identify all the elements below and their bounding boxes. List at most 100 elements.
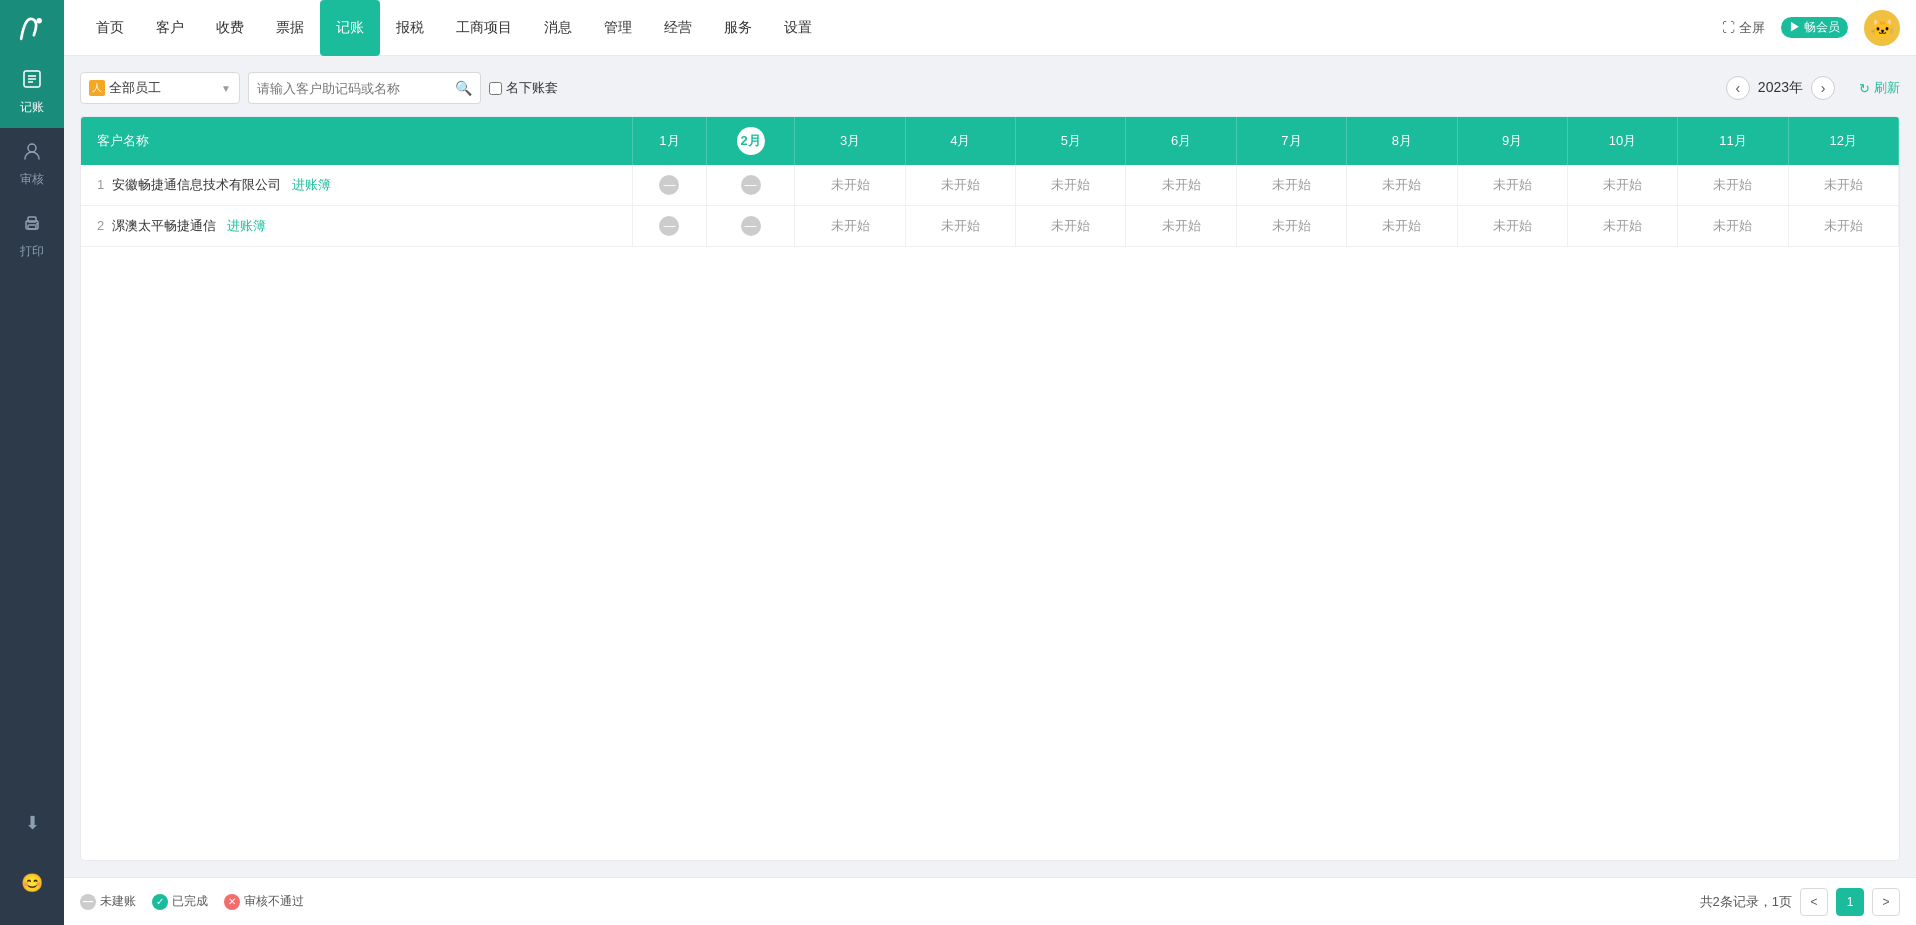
status-not-started: 未开始	[941, 218, 980, 233]
toolbar: 人 全部员工 ▼ 🔍 名下账套 ‹	[80, 72, 1900, 104]
sidebar-item-print[interactable]: 打印	[0, 200, 64, 272]
vip-badge[interactable]: ▶ 畅会员	[1781, 17, 1848, 38]
nav-customers[interactable]: 客户	[140, 0, 200, 56]
table-footer: — 未建账 ✓ 已完成 ✕ 审核不通过 共2条记录，1页 < 1 >	[64, 877, 1916, 925]
status-not-started: 未开始	[1051, 177, 1090, 192]
year-navigation: ‹ 2023年 ›	[1726, 76, 1835, 100]
status-not-started: 未开始	[831, 177, 870, 192]
bookkeeping-table: 客户名称 1月 2月 3月 4月 5月 6月 7月 8月 9月 10月	[81, 117, 1899, 247]
refresh-icon: ↻	[1859, 81, 1870, 96]
status-dash-icon: —	[741, 216, 761, 236]
row-2-month-7: 未开始	[1236, 206, 1346, 247]
bookkeeping-icon	[21, 68, 43, 95]
col-header-sep: 9月	[1457, 117, 1567, 165]
legend-label-rejected: 审核不通过	[244, 893, 304, 910]
status-not-started: 未开始	[831, 218, 870, 233]
year-next-button[interactable]: ›	[1811, 76, 1835, 100]
col-header-jan: 1月	[633, 117, 706, 165]
sidebar: 记账 审核 打印 ⬇ 😊	[0, 0, 64, 925]
nav-settings[interactable]: 设置	[768, 0, 828, 56]
row-2-name-cell: 2 漯澳太平畅捷通信 进账簿	[81, 206, 633, 247]
audit-icon	[21, 140, 43, 167]
underme-checkbox[interactable]	[489, 82, 502, 95]
sidebar-bottom-help[interactable]: 😊	[0, 857, 64, 909]
status-not-started: 未开始	[1272, 177, 1311, 192]
status-dash-icon: —	[659, 175, 679, 195]
status-not-started: 未开始	[1162, 177, 1201, 192]
help-icon: 😊	[21, 872, 43, 894]
nav-messages[interactable]: 消息	[528, 0, 588, 56]
status-not-started: 未开始	[1713, 218, 1752, 233]
page-prev-button[interactable]: <	[1800, 888, 1828, 916]
nav-bizitems[interactable]: 工商项目	[440, 0, 528, 56]
refresh-label: 刷新	[1874, 79, 1900, 97]
row-2-month-5: 未开始	[1016, 206, 1126, 247]
status-not-started: 未开始	[1824, 177, 1863, 192]
col-header-jun: 6月	[1126, 117, 1236, 165]
col-header-oct: 10月	[1567, 117, 1677, 165]
legend-label-done: 已完成	[172, 893, 208, 910]
topnav-right: ⛶ 全屏 ▶ 畅会员 🐱	[1722, 10, 1900, 46]
status-not-started: 未开始	[1272, 218, 1311, 233]
row-1-month-4: 未开始	[905, 165, 1015, 206]
underme-checkbox-label[interactable]: 名下账套	[489, 79, 558, 97]
nav-services[interactable]: 服务	[708, 0, 768, 56]
user-avatar[interactable]: 🐱	[1864, 10, 1900, 46]
page-1-button[interactable]: 1	[1836, 888, 1864, 916]
row-2-month-2: —	[706, 206, 795, 247]
nav-bookkeeping[interactable]: 记账	[320, 0, 380, 56]
year-display: 2023年	[1758, 79, 1803, 97]
sidebar-item-bookkeeping-label: 记账	[20, 99, 44, 116]
col-header-customer-name: 客户名称	[81, 117, 633, 165]
sidebar-item-audit[interactable]: 审核	[0, 128, 64, 200]
row-number: 2	[97, 218, 104, 233]
fullscreen-icon: ⛶	[1722, 20, 1735, 35]
refresh-button[interactable]: ↻ 刷新	[1859, 79, 1900, 97]
sidebar-logo[interactable]	[0, 0, 64, 56]
svg-point-9	[36, 223, 38, 225]
status-not-started: 未开始	[1051, 218, 1090, 233]
row-1-month-12: 未开始	[1788, 165, 1898, 206]
legend-dot-rejected: ✕	[224, 894, 240, 910]
sidebar-item-bookkeeping[interactable]: 记账	[0, 56, 64, 128]
col-header-jul: 7月	[1236, 117, 1346, 165]
nav-operation[interactable]: 经营	[648, 0, 708, 56]
legend-label-not-built: 未建账	[100, 893, 136, 910]
col-header-feb: 2月	[706, 117, 795, 165]
row-number: 1	[97, 177, 104, 192]
svg-point-5	[28, 144, 36, 152]
svg-rect-8	[28, 225, 36, 229]
search-wrap: 🔍	[248, 72, 481, 104]
fullscreen-button[interactable]: ⛶ 全屏	[1722, 19, 1765, 37]
row-2-month-1: —	[633, 206, 706, 247]
row-2-month-9: 未开始	[1457, 206, 1567, 247]
status-not-started: 未开始	[1713, 177, 1752, 192]
search-input[interactable]	[248, 72, 448, 104]
nav-invoices[interactable]: 票据	[260, 0, 320, 56]
year-prev-button[interactable]: ‹	[1726, 76, 1750, 100]
search-button[interactable]: 🔍	[447, 72, 481, 104]
nav-tax[interactable]: 报税	[380, 0, 440, 56]
enter-ledger-link[interactable]: 进账簿	[292, 177, 331, 192]
sidebar-item-audit-label: 审核	[20, 171, 44, 188]
status-not-started: 未开始	[1162, 218, 1201, 233]
sidebar-bottom-download[interactable]: ⬇	[0, 797, 64, 849]
col-header-may: 5月	[1016, 117, 1126, 165]
content-area: 人 全部员工 ▼ 🔍 名下账套 ‹	[64, 56, 1916, 877]
row-1-month-11: 未开始	[1678, 165, 1788, 206]
underme-label: 名下账套	[506, 79, 558, 97]
enter-ledger-link[interactable]: 进账簿	[227, 218, 266, 233]
top-navigation: 首页 客户 收费 票据 记账 报税 工商项目 消息 管理 经营 服务 设置 ⛶ …	[64, 0, 1916, 56]
nav-billing[interactable]: 收费	[200, 0, 260, 56]
nav-home[interactable]: 首页	[80, 0, 140, 56]
table-header-row: 客户名称 1月 2月 3月 4月 5月 6月 7月 8月 9月 10月	[81, 117, 1899, 165]
status-not-started: 未开始	[1603, 218, 1642, 233]
legend: — 未建账 ✓ 已完成 ✕ 审核不通过	[80, 893, 304, 910]
nav-management[interactable]: 管理	[588, 0, 648, 56]
page-next-button[interactable]: >	[1872, 888, 1900, 916]
fullscreen-label: 全屏	[1739, 19, 1765, 37]
main-area: 首页 客户 收费 票据 记账 报税 工商项目 消息 管理 经营 服务 设置 ⛶ …	[64, 0, 1916, 925]
row-2-month-11: 未开始	[1678, 206, 1788, 247]
print-icon	[21, 212, 43, 239]
company-name: 漯澳太平畅捷通信	[112, 218, 216, 233]
